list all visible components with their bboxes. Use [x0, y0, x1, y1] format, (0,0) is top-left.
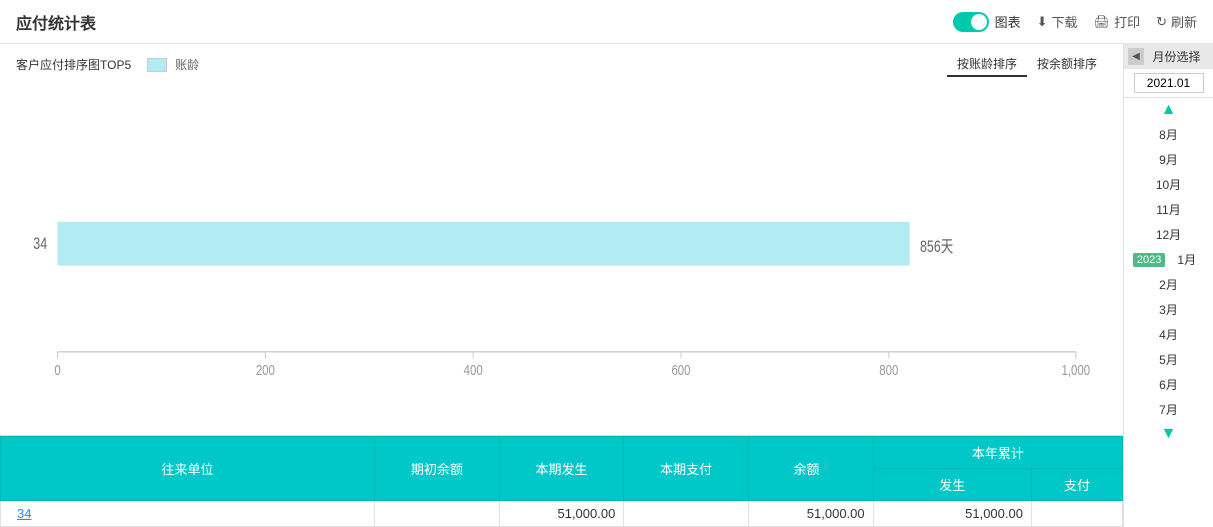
print-label: 打印: [1114, 12, 1140, 31]
toggle-label: 图表: [995, 12, 1021, 31]
month-item-8[interactable]: 8月: [1124, 122, 1213, 147]
chart-container: 34 856天 0 200 400 600 800 1,00: [0, 85, 1123, 435]
refresh-button[interactable]: ↻ 刷新: [1156, 12, 1197, 31]
col-header-opening: 期初余额: [375, 437, 500, 501]
sort-by-balance-tab[interactable]: 按账龄排序: [947, 52, 1027, 77]
table-row: 34 51,000.00 51,000.00 51,000.00: [1, 501, 1123, 527]
chart-title-label: 客户应付排序图TOP5: [16, 56, 131, 73]
download-icon: ⬇: [1037, 14, 1048, 30]
opening-cell: [375, 501, 500, 527]
header-actions: 图表 ⬇ 下载 🖨 打印 ↻ 刷新: [953, 12, 1197, 32]
month-item-6[interactable]: 6月: [1124, 372, 1213, 397]
sort-by-amount-tab[interactable]: 按余额排序: [1027, 52, 1107, 77]
col-header-ytd-pay: 支付: [1031, 469, 1122, 501]
ytd-occur-cell: 51,000.00: [873, 501, 1031, 527]
ytd-pay-cell: [1031, 501, 1122, 527]
month-item-11[interactable]: 11月: [1124, 197, 1213, 222]
bar-chart: 34 856天 0 200 400 600 800 1,00: [16, 85, 1107, 427]
month-item-2[interactable]: 2月: [1124, 272, 1213, 297]
refresh-icon: ↻: [1156, 14, 1167, 30]
month-item-9[interactable]: 9月: [1124, 147, 1213, 172]
sidebar-collapse-button[interactable]: ◀: [1128, 48, 1144, 65]
unit-cell[interactable]: 34: [1, 501, 375, 527]
page-header: 应付统计表 图表 ⬇ 下载 🖨 打印 ↻ 刷新: [0, 0, 1213, 44]
sidebar-title: 月份选择: [1144, 48, 1209, 65]
chart-header: 客户应付排序图TOP5 账龄 按账龄排序 按余额排序: [0, 44, 1123, 85]
svg-text:0: 0: [54, 362, 60, 379]
scroll-down-button[interactable]: ▼: [1124, 422, 1213, 446]
col-header-remain: 余额 ↕: [748, 437, 873, 501]
month-sidebar: ◀ 月份选择 ▲ 8月 9月 10月 11月 12月 2023 1月: [1123, 44, 1213, 527]
refresh-label: 刷新: [1171, 12, 1197, 31]
year-marker-row: 2023 1月: [1124, 247, 1213, 272]
month-item-3[interactable]: 3月: [1124, 297, 1213, 322]
sidebar-scroll-area: ▲ 8月 9月 10月 11月 12月 2023 1月 2月 3月 4月 5月 …: [1124, 98, 1213, 527]
sidebar-year-input-area: [1124, 69, 1213, 98]
occur-cell: 51,000.00: [499, 501, 624, 527]
legend-label: 账龄: [175, 56, 199, 73]
svg-text:600: 600: [671, 362, 690, 379]
pay-cell: [624, 501, 749, 527]
print-icon: 🖨: [1094, 14, 1111, 30]
legend-color-box: [147, 58, 167, 72]
month-item-4[interactable]: 4月: [1124, 322, 1213, 347]
download-label: 下载: [1052, 12, 1078, 31]
col-header-ytd: 本年累计: [873, 437, 1122, 469]
svg-text:400: 400: [464, 362, 483, 379]
sidebar-header: ◀ 月份选择: [1124, 44, 1213, 69]
col-header-unit: 往来单位: [1, 437, 375, 501]
svg-text:34: 34: [33, 236, 47, 254]
col-header-pay: 本期支付: [624, 437, 749, 501]
scroll-up-button[interactable]: ▲: [1124, 98, 1213, 122]
month-item-12[interactable]: 12月: [1124, 222, 1213, 247]
summary-table: 往来单位 期初余额 本期发生 本期支付 余额 ↕ 本年累计 发生: [0, 436, 1123, 527]
chart-toggle[interactable]: [953, 12, 989, 32]
remain-cell: 51,000.00: [748, 501, 873, 527]
main-area: 客户应付排序图TOP5 账龄 按账龄排序 按余额排序 34: [0, 44, 1213, 527]
download-button[interactable]: ⬇ 下载: [1037, 12, 1078, 31]
print-button[interactable]: 🖨 打印: [1094, 12, 1141, 31]
svg-text:856天: 856天: [920, 238, 954, 256]
chart-section: 客户应付排序图TOP5 账龄 按账龄排序 按余额排序 34: [0, 44, 1123, 527]
svg-text:200: 200: [256, 362, 275, 379]
chart-toggle-group: 图表: [953, 12, 1021, 32]
chart-legend: 客户应付排序图TOP5 账龄: [16, 56, 199, 73]
sort-tabs: 按账龄排序 按余额排序: [947, 52, 1107, 77]
col-header-ytd-occur: 发生: [873, 469, 1031, 501]
month-item-7[interactable]: 7月: [1124, 397, 1213, 422]
remain-sort-icon: ↕: [823, 461, 828, 472]
year-badge: 2023: [1133, 253, 1165, 267]
svg-text:1,000: 1,000: [1062, 362, 1091, 379]
page-title: 应付统计表: [16, 10, 96, 34]
month-item-5[interactable]: 5月: [1124, 347, 1213, 372]
svg-text:800: 800: [879, 362, 898, 379]
month-item-1[interactable]: 1月: [1169, 247, 1204, 272]
chart-bar: [58, 222, 910, 266]
month-item-10[interactable]: 10月: [1124, 172, 1213, 197]
data-table-section: 往来单位 期初余额 本期发生 本期支付 余额 ↕ 本年累计 发生: [0, 435, 1123, 527]
col-header-occur: 本期发生: [499, 437, 624, 501]
year-input[interactable]: [1134, 73, 1204, 93]
